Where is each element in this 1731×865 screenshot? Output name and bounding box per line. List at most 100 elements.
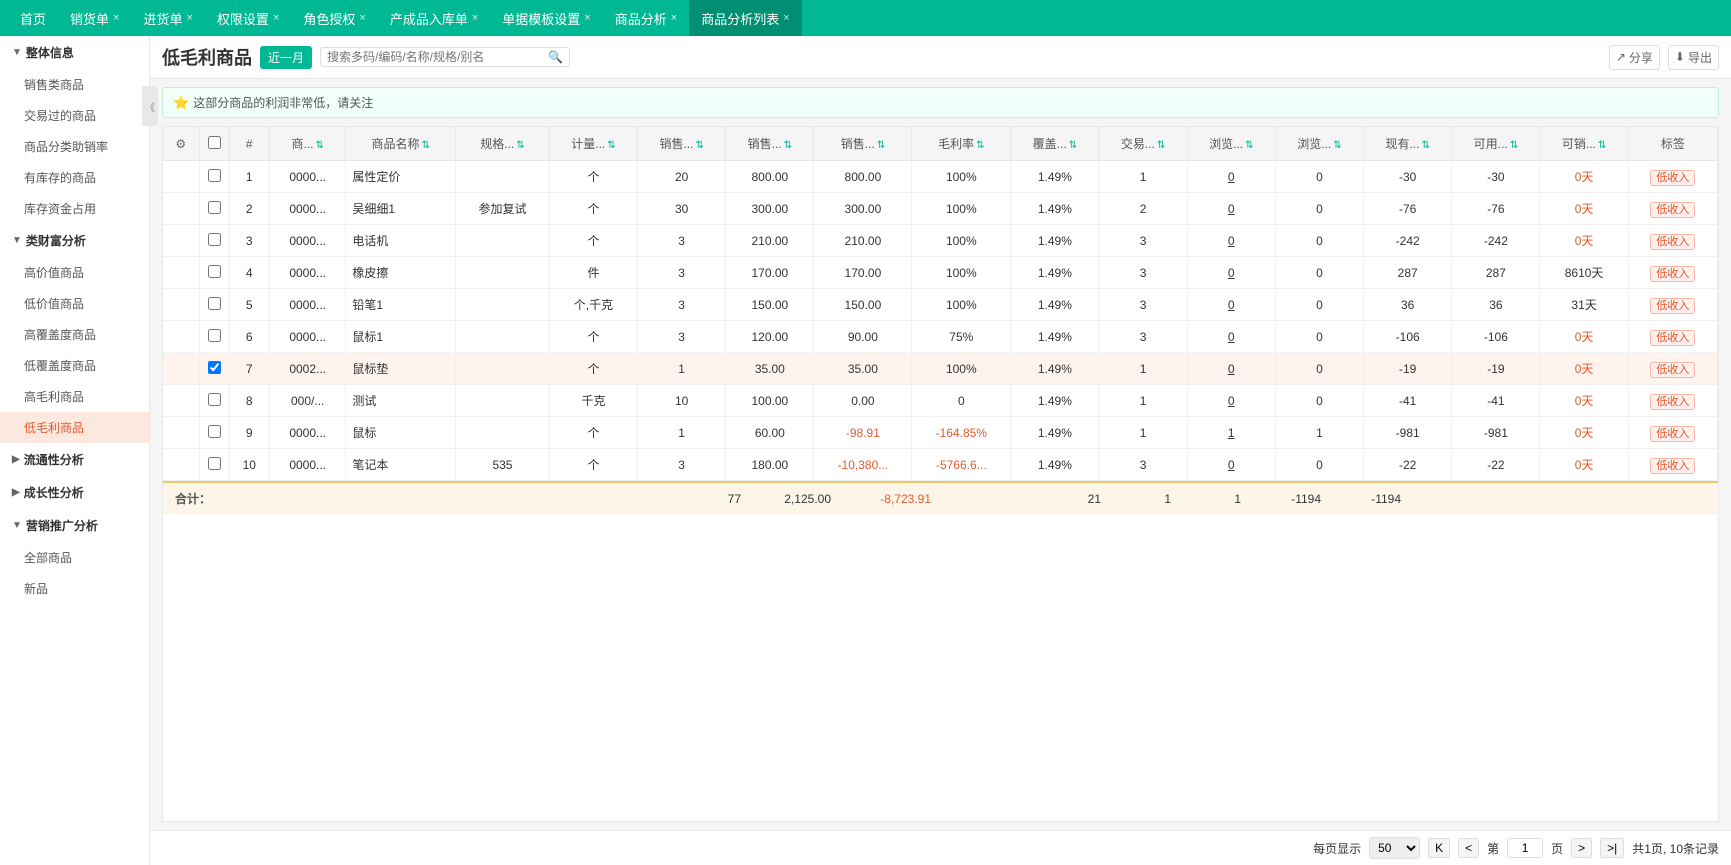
row-checkbox[interactable] [208,393,221,406]
close-icon[interactable]: × [783,12,789,24]
checkbox-cell[interactable] [199,449,229,481]
row-checkbox[interactable] [208,169,221,182]
close-icon[interactable]: × [472,12,478,24]
sidebar-item-low-margin[interactable]: 低毛利商品 [0,412,149,443]
row-browse2: 0 [1275,161,1363,193]
row-coverage: 1.49% [1011,321,1099,353]
settings-column-header[interactable]: ⚙ [163,127,199,161]
sidebar-group-growth[interactable]: ▶ 成长性分析 [0,476,149,509]
sidebar-item-sales-goods[interactable]: 销售类商品 [0,69,149,100]
nav-product-analysis-list[interactable]: 商品分析列表 × [689,0,801,36]
gross-margin-column-header[interactable]: 毛利率⇅ [912,127,1011,161]
checkbox-cell[interactable] [199,321,229,353]
sidebar-collapse-button[interactable]: 《 [142,86,158,126]
row-browse1[interactable]: 0 [1187,449,1275,481]
sidebar-item-all-goods[interactable]: 全部商品 [0,542,149,573]
current-stock-column-header[interactable]: 现有...⇅ [1364,127,1452,161]
spec-column-header[interactable]: 规格...⇅ [456,127,550,161]
row-checkbox[interactable] [208,361,221,374]
first-page-button[interactable]: K [1428,838,1450,858]
checkbox-cell[interactable] [199,417,229,449]
chevron-down-icon: ▼ [12,235,22,246]
page-number-input[interactable] [1507,838,1543,858]
checkbox-cell[interactable] [199,225,229,257]
row-checkbox[interactable] [208,201,221,214]
sales-amount-column-header[interactable]: 销售...⇅ [814,127,912,161]
sidebar-item-high-margin[interactable]: 高毛利商品 [0,381,149,412]
settings-icon[interactable]: ⚙ [175,137,186,151]
checkbox-cell[interactable] [199,257,229,289]
row-browse1[interactable]: 0 [1187,257,1275,289]
close-icon[interactable]: × [273,12,279,24]
search-icon[interactable]: 🔍 [548,50,563,64]
export-button[interactable]: ⬇ 导出 [1668,45,1719,70]
row-checkbox[interactable] [208,265,221,278]
code-column-header[interactable]: 商...⇅ [270,127,346,161]
sidebar-group-wealth[interactable]: ▼ 类财富分析 [0,224,149,257]
sidebar-item-in-stock[interactable]: 有库存的商品 [0,162,149,193]
time-filter-button[interactable]: 近一月 [260,46,312,69]
close-icon[interactable]: × [671,12,677,24]
prev-page-button[interactable]: < [1458,838,1479,858]
browse2-column-header[interactable]: 浏览...⇅ [1275,127,1363,161]
sidebar-group-overall[interactable]: ▼ 整体信息 [0,36,149,69]
sidebar-group-marketing[interactable]: ▼ 营销推广分析 [0,509,149,542]
checkbox-cell[interactable] [199,385,229,417]
last-page-button[interactable]: >| [1600,838,1624,858]
row-browse1[interactable]: 0 [1187,353,1275,385]
row-browse1[interactable]: 1 [1187,417,1275,449]
row-sellable: 0天 [1540,321,1628,353]
nav-sales-order[interactable]: 销货单 × [58,0,131,36]
share-button[interactable]: ↗ 分享 [1609,45,1660,70]
checkbox-cell[interactable] [199,193,229,225]
row-browse1[interactable]: 0 [1187,385,1275,417]
sidebar-item-inventory-capital[interactable]: 库存资金占用 [0,193,149,224]
row-browse1[interactable]: 0 [1187,161,1275,193]
sales-qty-column-header[interactable]: 销售...⇅ [638,127,726,161]
sidebar-item-low-coverage[interactable]: 低覆盖度商品 [0,350,149,381]
browse1-column-header[interactable]: 浏览...⇅ [1187,127,1275,161]
close-icon[interactable]: × [584,12,590,24]
close-icon[interactable]: × [186,12,192,24]
row-browse1[interactable]: 0 [1187,321,1275,353]
nav-permissions[interactable]: 权限设置 × [205,0,291,36]
nav-role-auth[interactable]: 角色授权 × [291,0,377,36]
checkbox-cell[interactable] [199,289,229,321]
sidebar-item-new-goods[interactable]: 新品 [0,573,149,604]
row-checkbox[interactable] [208,425,221,438]
sidebar-item-high-coverage[interactable]: 高覆盖度商品 [0,319,149,350]
row-checkbox[interactable] [208,233,221,246]
available-column-header[interactable]: 可用...⇅ [1452,127,1540,161]
row-browse1[interactable]: 0 [1187,193,1275,225]
row-checkbox[interactable] [208,297,221,310]
coverage-column-header[interactable]: 覆盖...⇅ [1011,127,1099,161]
next-page-button[interactable]: > [1571,838,1592,858]
close-icon[interactable]: × [113,12,119,24]
checkbox-cell[interactable] [199,161,229,193]
search-input[interactable] [327,50,548,64]
sidebar-group-circulation[interactable]: ▶ 流通性分析 [0,443,149,476]
nav-home[interactable]: 首页 [8,0,58,36]
checkbox-cell[interactable] [199,353,229,385]
nav-product-analysis[interactable]: 商品分析 × [603,0,689,36]
nav-product-inbound[interactable]: 产成品入库单 × [378,0,490,36]
unit-column-header[interactable]: 计量...⇅ [549,127,637,161]
sidebar-item-traded-goods[interactable]: 交易过的商品 [0,100,149,131]
nav-template-settings[interactable]: 单据模板设置 × [490,0,602,36]
name-column-header[interactable]: 商品名称⇅ [346,127,456,161]
page-size-select[interactable]: 50 100 200 [1369,837,1420,859]
sales-price-column-header[interactable]: 销售...⇅ [726,127,814,161]
transaction-column-header[interactable]: 交易...⇅ [1099,127,1187,161]
sidebar-item-low-value[interactable]: 低价值商品 [0,288,149,319]
row-browse1[interactable]: 0 [1187,225,1275,257]
select-all-checkbox[interactable] [208,136,221,149]
row-browse1[interactable]: 0 [1187,289,1275,321]
row-unit: 个 [549,321,637,353]
nav-purchase-order[interactable]: 进货单 × [131,0,204,36]
row-checkbox[interactable] [208,329,221,342]
sellable-column-header[interactable]: 可销...⇅ [1540,127,1628,161]
row-checkbox[interactable] [208,457,221,470]
close-icon[interactable]: × [359,12,365,24]
sidebar-item-category-rate[interactable]: 商品分类助销率 [0,131,149,162]
sidebar-item-high-value[interactable]: 高价值商品 [0,257,149,288]
